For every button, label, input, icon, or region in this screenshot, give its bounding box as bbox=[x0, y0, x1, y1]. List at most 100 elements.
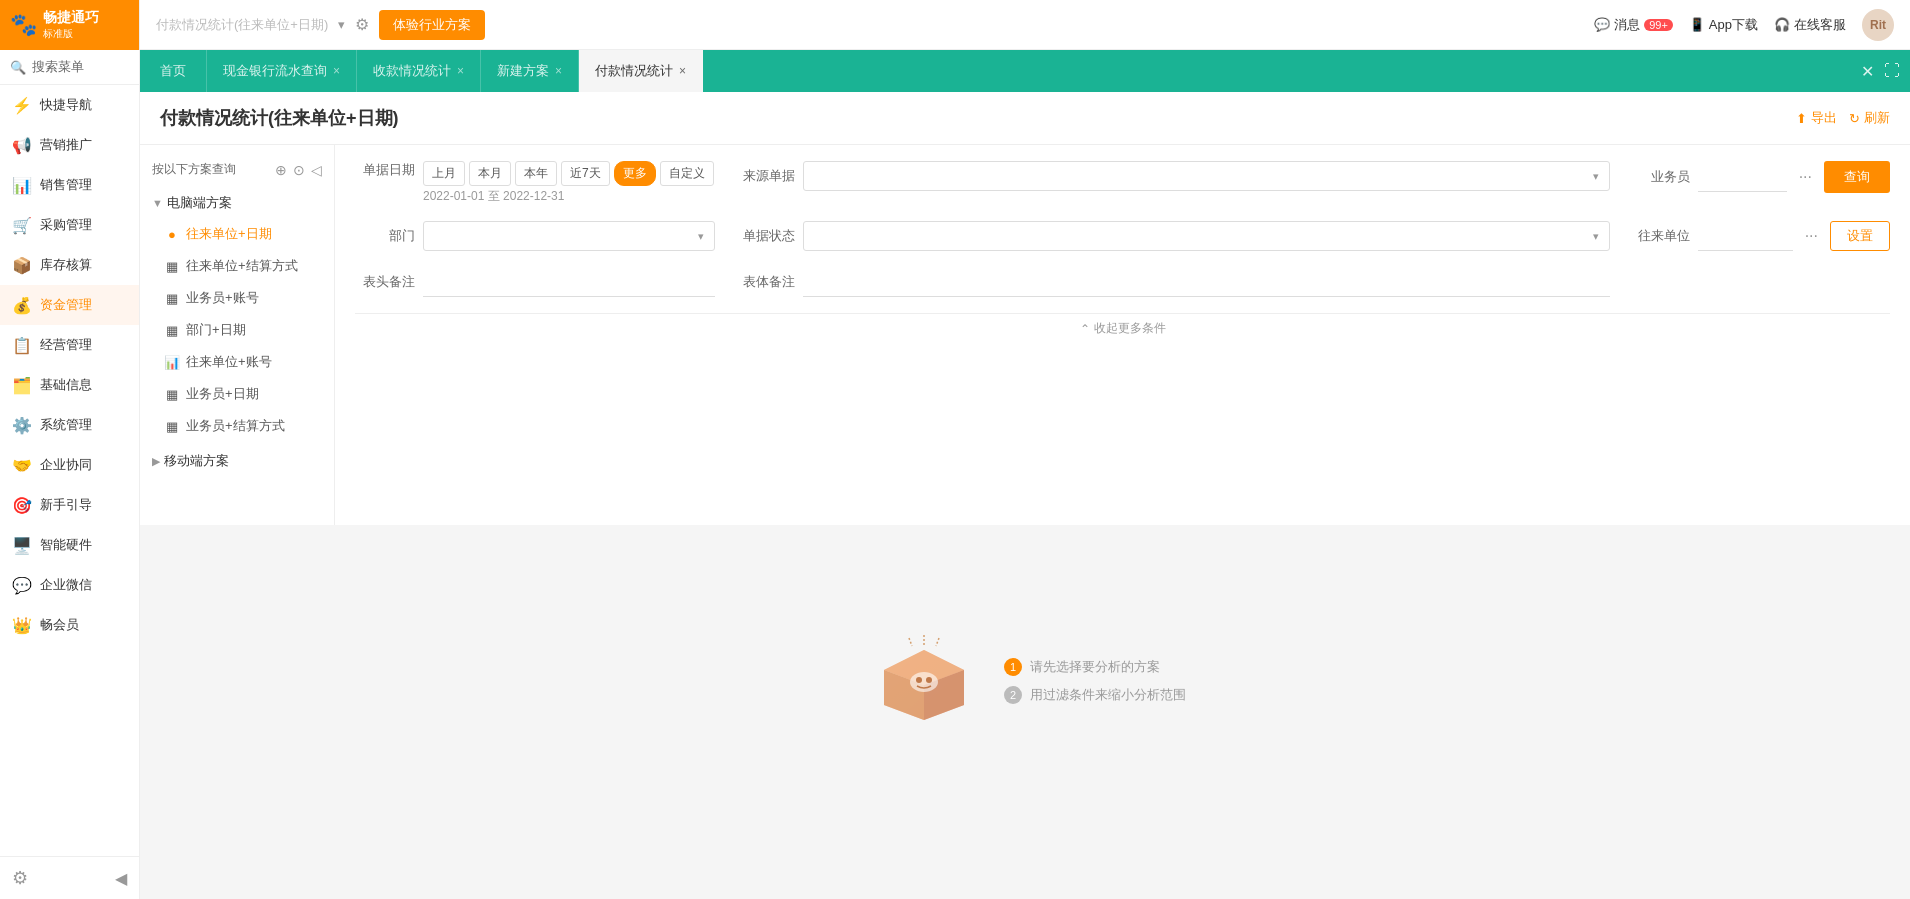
sidebar-item-member[interactable]: 👑 畅会员 bbox=[0, 605, 139, 645]
counterpart-more-icon[interactable]: ··· bbox=[1801, 227, 1822, 245]
tab-collection-stats-close[interactable]: × bbox=[457, 64, 464, 78]
sidebar-item-label: 基础信息 bbox=[40, 376, 92, 394]
panel-item-salesman-account[interactable]: ▦ 业务员+账号 bbox=[140, 282, 334, 314]
salesman-input[interactable] bbox=[1698, 162, 1787, 192]
panel-item-counterpart-date[interactable]: ● 往来单位+日期 bbox=[140, 218, 334, 250]
panel-item-dept-date[interactable]: ▦ 部门+日期 bbox=[140, 314, 334, 346]
panel-header-actions: ⊕ ⊙ ◁ bbox=[275, 162, 322, 178]
topbar-gear-icon[interactable]: ⚙ bbox=[355, 15, 369, 34]
dept-arrow-icon: ▾ bbox=[698, 230, 704, 243]
tab-new-plan-close[interactable]: × bbox=[555, 64, 562, 78]
sidebar-item-guide[interactable]: 🎯 新手引导 bbox=[0, 485, 139, 525]
nav-tabs: 首页 现金银行流水查询 × 收款情况统计 × 新建方案 × 付款情况统计 × ✕… bbox=[140, 50, 1910, 92]
salesman-date-icon: ▦ bbox=[164, 386, 180, 402]
sidebar-item-basic-info[interactable]: 🗂️ 基础信息 bbox=[0, 365, 139, 405]
topbar-dropdown-arrow[interactable]: ▾ bbox=[338, 17, 345, 32]
source-select[interactable]: ▾ bbox=[803, 161, 1610, 191]
dept-select[interactable]: ▾ bbox=[423, 221, 715, 251]
settings-btn[interactable]: 设置 bbox=[1830, 221, 1890, 251]
counterpart-label: 往来单位 bbox=[1630, 227, 1690, 245]
placeholder-svg bbox=[864, 630, 984, 730]
expand-tabs-icon[interactable]: ⛶ bbox=[1884, 62, 1900, 80]
panel-item-counterpart-account[interactable]: 📊 往来单位+账号 bbox=[140, 346, 334, 378]
sidebar-item-marketing[interactable]: 📢 营销推广 bbox=[0, 125, 139, 165]
tab-payment-stats[interactable]: 付款情况统计 × bbox=[579, 50, 703, 92]
plan-settings-icon[interactable]: ⊙ bbox=[293, 162, 305, 178]
sidebar-item-enterprise[interactable]: 🤝 企业协同 bbox=[0, 445, 139, 485]
topbar-right: 💬 消息 99+ 📱 App下载 🎧 在线客服 Rit bbox=[1594, 9, 1894, 41]
date-btn-7days[interactable]: 近7天 bbox=[561, 161, 610, 186]
trial-btn[interactable]: 体验行业方案 bbox=[379, 10, 485, 40]
sidebar-item-label: 销售管理 bbox=[40, 176, 92, 194]
sidebar-item-purchase[interactable]: 🛒 采购管理 bbox=[0, 205, 139, 245]
service-label: 在线客服 bbox=[1794, 16, 1846, 34]
settings-icon[interactable]: ⚙ bbox=[12, 867, 28, 889]
panel-item-salesman-date[interactable]: ▦ 业务员+日期 bbox=[140, 378, 334, 410]
page-title: 付款情况统计(往来单位+日期) bbox=[160, 106, 399, 130]
sidebar-item-finance[interactable]: 💰 资金管理 bbox=[0, 285, 139, 325]
desktop-section-title: 电脑端方案 bbox=[167, 194, 232, 212]
table-header-note-input[interactable] bbox=[423, 267, 715, 297]
voucher-status-label: 单据状态 bbox=[735, 227, 795, 245]
counterpart-input[interactable] bbox=[1698, 221, 1793, 251]
desktop-section-header[interactable]: ▼ 电脑端方案 bbox=[140, 188, 334, 218]
tab-bank-flow[interactable]: 现金银行流水查询 × bbox=[207, 50, 357, 92]
tip-1-number: 1 bbox=[1004, 658, 1022, 676]
sidebar-item-quick-nav[interactable]: ⚡ 快捷导航 bbox=[0, 85, 139, 125]
counterpart-account-icon: 📊 bbox=[164, 354, 180, 370]
tab-bank-flow-label: 现金银行流水查询 bbox=[223, 62, 327, 80]
member-icon: 👑 bbox=[12, 615, 32, 635]
page-header-actions: ⬆ 导出 ↻ 刷新 bbox=[1796, 109, 1890, 127]
export-btn[interactable]: ⬆ 导出 bbox=[1796, 109, 1837, 127]
dept-label: 部门 bbox=[355, 227, 415, 245]
date-btn-more[interactable]: 更多 bbox=[614, 161, 656, 186]
sidebar-item-label: 营销推广 bbox=[40, 136, 92, 154]
tab-payment-stats-close[interactable]: × bbox=[679, 64, 686, 78]
app-download-btn[interactable]: 📱 App下载 bbox=[1689, 16, 1758, 34]
table-body-note-input[interactable] bbox=[803, 267, 1610, 297]
salesman-filter: 业务员 ··· 查询 bbox=[1630, 161, 1890, 193]
salesman-settlement-icon: ▦ bbox=[164, 418, 180, 434]
mobile-section-header[interactable]: ▶ 移动端方案 bbox=[140, 446, 334, 476]
sidebar-item-smart-hw[interactable]: 🖥️ 智能硬件 bbox=[0, 525, 139, 565]
sidebar-item-system[interactable]: ⚙️ 系统管理 bbox=[0, 405, 139, 445]
collapse-conditions-btn[interactable]: ⌃ 收起更多条件 bbox=[355, 313, 1890, 343]
tab-bank-flow-close[interactable]: × bbox=[333, 64, 340, 78]
results-area: 1 请先选择要分析的方案 2 用过滤条件来缩小分析范围 bbox=[140, 531, 1910, 831]
query-btn[interactable]: 查询 bbox=[1824, 161, 1890, 193]
collapse-sidebar-icon[interactable]: ◀ bbox=[115, 869, 127, 888]
voucher-status-select[interactable]: ▾ bbox=[803, 221, 1610, 251]
table-body-note-label: 表体备注 bbox=[735, 273, 795, 291]
sidebar-item-inventory[interactable]: 📦 库存核算 bbox=[0, 245, 139, 285]
panel-item-counterpart-settlement[interactable]: ▦ 往来单位+结算方式 bbox=[140, 250, 334, 282]
date-btn-last-month[interactable]: 上月 bbox=[423, 161, 465, 186]
date-btn-custom[interactable]: 自定义 bbox=[660, 161, 714, 186]
collapse-arrow-icon: ⌃ bbox=[1080, 322, 1090, 336]
search-menu[interactable]: 🔍 搜索菜单 bbox=[0, 50, 139, 85]
export-label: 导出 bbox=[1811, 109, 1837, 127]
collapse-panel-icon[interactable]: ◁ bbox=[311, 162, 322, 178]
date-btn-this-year[interactable]: 本年 bbox=[515, 161, 557, 186]
user-avatar[interactable]: Rit bbox=[1862, 9, 1894, 41]
tab-collection-stats[interactable]: 收款情况统计 × bbox=[357, 50, 481, 92]
refresh-btn[interactable]: ↻ 刷新 bbox=[1849, 109, 1890, 127]
sidebar-item-sales[interactable]: 📊 销售管理 bbox=[0, 165, 139, 205]
tab-home[interactable]: 首页 bbox=[140, 50, 207, 92]
panel-item-label: 往来单位+日期 bbox=[186, 225, 272, 243]
close-all-tabs-icon[interactable]: ✕ bbox=[1861, 62, 1874, 81]
sidebar-item-wechat[interactable]: 💬 企业微信 bbox=[0, 565, 139, 605]
customer-service-btn[interactable]: 🎧 在线客服 bbox=[1774, 16, 1846, 34]
panel-item-salesman-settlement[interactable]: ▦ 业务员+结算方式 bbox=[140, 410, 334, 442]
tab-new-plan[interactable]: 新建方案 × bbox=[481, 50, 579, 92]
add-plan-icon[interactable]: ⊕ bbox=[275, 162, 287, 178]
salesman-more-icon[interactable]: ··· bbox=[1795, 168, 1816, 186]
date-btn-this-month[interactable]: 本月 bbox=[469, 161, 511, 186]
panel-item-label: 往来单位+账号 bbox=[186, 353, 272, 371]
tab-home-label: 首页 bbox=[160, 62, 186, 80]
date-range: 2022-01-01 至 2022-12-31 bbox=[423, 188, 714, 205]
panel-item-label: 业务员+日期 bbox=[186, 385, 259, 403]
purchase-icon: 🛒 bbox=[12, 215, 32, 235]
sidebar-item-operations[interactable]: 📋 经营管理 bbox=[0, 325, 139, 365]
results-tip-1: 1 请先选择要分析的方案 bbox=[1004, 658, 1186, 676]
notifications-btn[interactable]: 💬 消息 99+ bbox=[1594, 16, 1673, 34]
